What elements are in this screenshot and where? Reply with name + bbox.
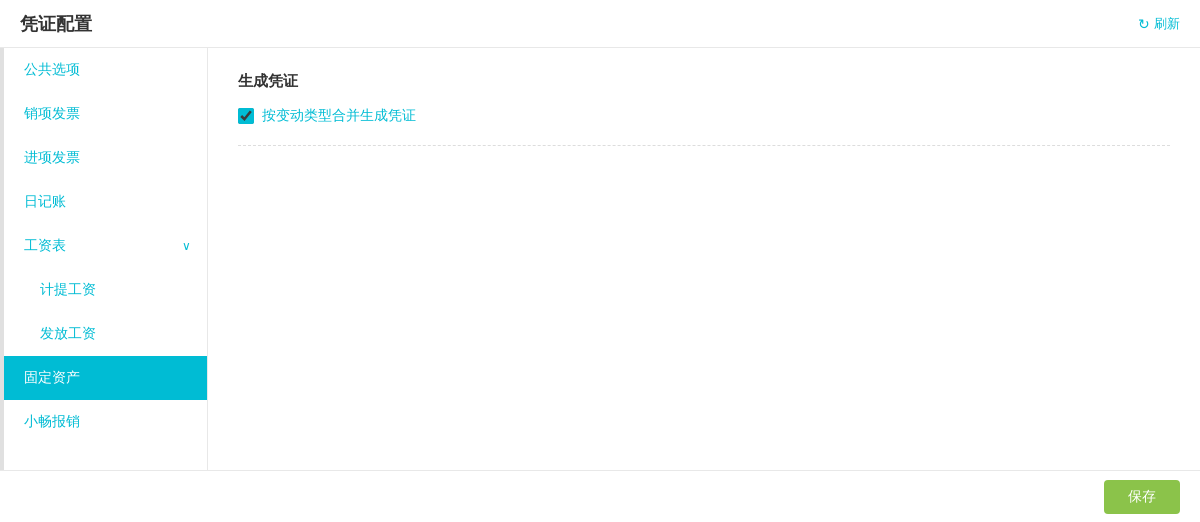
chevron-down-icon: ∨ (182, 239, 191, 253)
refresh-button[interactable]: ↻ 刷新 (1138, 15, 1180, 33)
sidebar-item-purchase-invoice[interactable]: 进项发票 (4, 136, 207, 180)
checkbox-row: 按变动类型合并生成凭证 (238, 107, 1170, 125)
main-content: 公共选项 销项发票 进项发票 日记账 工资表 ∨ 计提工资 发放工资 固定资产 … (0, 48, 1200, 470)
save-button[interactable]: 保存 (1104, 480, 1180, 514)
refresh-icon: ↻ (1138, 16, 1150, 32)
sidebar-item-label: 固定资产 (24, 369, 80, 387)
sidebar-item-fixed-assets[interactable]: 固定资产 (4, 356, 207, 400)
sidebar-item-public-options[interactable]: 公共选项 (4, 48, 207, 92)
sidebar-item-label: 日记账 (24, 193, 66, 211)
sidebar-item-pay-salary[interactable]: 发放工资 (4, 312, 207, 356)
header: 凭证配置 ↻ 刷新 (0, 0, 1200, 48)
section-title: 生成凭证 (238, 72, 1170, 91)
section-divider (238, 145, 1170, 146)
sidebar: 公共选项 销项发票 进项发票 日记账 工资表 ∨ 计提工资 发放工资 固定资产 … (4, 48, 208, 470)
sidebar-item-label: 公共选项 (24, 61, 80, 79)
sidebar-item-sales-invoice[interactable]: 销项发票 (4, 92, 207, 136)
content-area: 生成凭证 按变动类型合并生成凭证 (208, 48, 1200, 470)
sidebar-item-payroll[interactable]: 工资表 ∨ (4, 224, 207, 268)
merge-by-type-checkbox[interactable] (238, 108, 254, 124)
sidebar-item-label: 发放工资 (40, 325, 96, 343)
sidebar-item-label: 工资表 (24, 237, 66, 255)
sidebar-item-label: 销项发票 (24, 105, 80, 123)
sidebar-item-label: 进项发票 (24, 149, 80, 167)
sidebar-item-label: 小畅报销 (24, 413, 80, 431)
merge-by-type-label[interactable]: 按变动类型合并生成凭证 (262, 107, 416, 125)
sidebar-item-expense-reimbursement[interactable]: 小畅报销 (4, 400, 207, 444)
sidebar-item-journal[interactable]: 日记账 (4, 180, 207, 224)
sidebar-item-label: 计提工资 (40, 281, 96, 299)
refresh-label: 刷新 (1154, 15, 1180, 33)
page-title: 凭证配置 (20, 12, 92, 36)
footer: 保存 (0, 470, 1200, 522)
sidebar-item-accrue-salary[interactable]: 计提工资 (4, 268, 207, 312)
